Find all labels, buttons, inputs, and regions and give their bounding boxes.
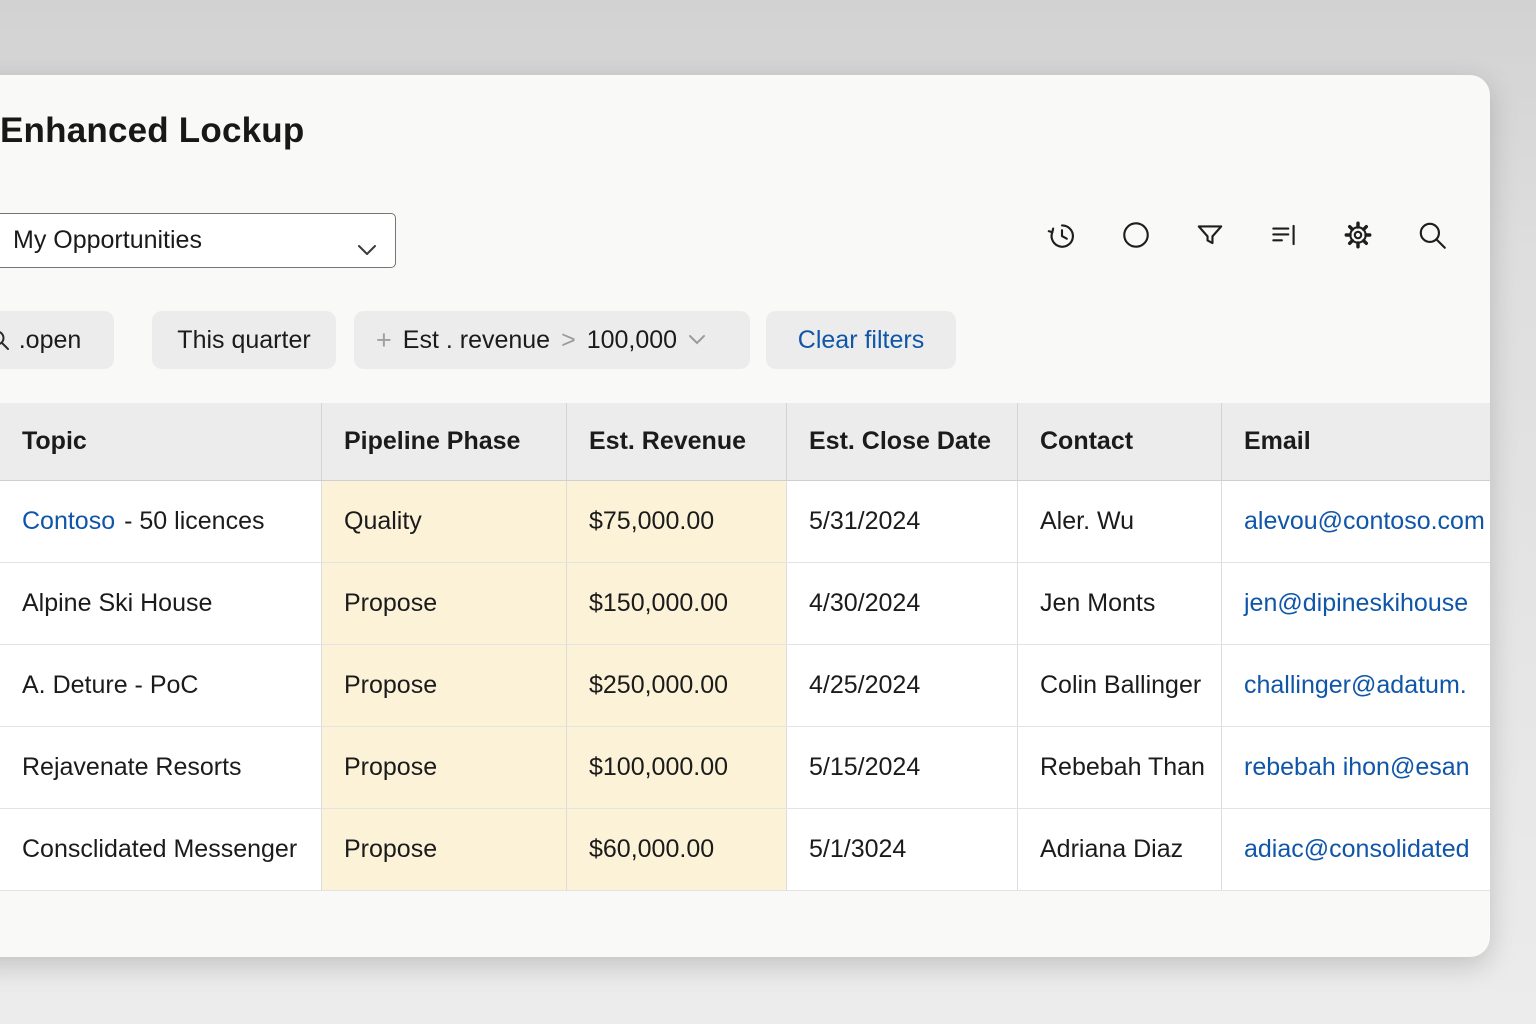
cell-contact: Aler. Wu (1018, 481, 1222, 562)
view-selector-dropdown[interactable]: My Opportunities (0, 213, 396, 268)
cell-topic: Consclidated Messenger (0, 809, 322, 890)
article-icon[interactable] (1268, 217, 1300, 253)
table-row: A. Deture - PoC Propose $250,000.00 4/25… (0, 645, 1490, 727)
view-selector-value: My Opportunities (13, 226, 202, 254)
filter-chip-open-label: .open (18, 325, 82, 354)
cell-contact: Jen Monts (1018, 563, 1222, 644)
cell-est-close-date: 4/25/2024 (787, 645, 1018, 726)
plus-icon: + (376, 324, 392, 355)
column-header-est-revenue[interactable]: Est. Revenue (567, 403, 787, 480)
cell-topic: Alpine Ski House (0, 563, 322, 644)
email-link[interactable]: adiac@consolidated (1244, 835, 1470, 864)
filter-chip-quarter-label: This quarter (177, 325, 311, 354)
cell-contact: Colin Ballinger (1018, 645, 1222, 726)
column-header-contact[interactable]: Contact (1018, 403, 1222, 480)
topic-text: Alpine Ski House (22, 589, 213, 617)
cell-est-close-date: 5/31/2024 (787, 481, 1018, 562)
cell-pipeline-phase: Propose (322, 809, 567, 890)
enhanced-lookup-panel: Enhanced Lockup My Opportunities .open T… (0, 75, 1490, 957)
cell-email: rebebah ihon@esan (1222, 727, 1490, 808)
search-icon (0, 331, 9, 350)
history-icon[interactable] (1046, 217, 1078, 253)
cell-pipeline-phase: Quality (322, 481, 567, 562)
cell-est-close-date: 5/15/2024 (787, 727, 1018, 808)
topic-link[interactable]: Contoso (22, 507, 115, 536)
cell-email: jen@dipineskihouse (1222, 563, 1490, 644)
clear-filters-label: Clear filters (797, 325, 925, 354)
filter-chip-open[interactable]: .open (0, 311, 114, 369)
filter-chip-est-revenue[interactable]: + Est . revenue > 100,000 (354, 311, 750, 369)
email-link[interactable]: jen@dipineskihouse (1244, 589, 1468, 618)
cell-contact: Rebebah Than (1018, 727, 1222, 808)
cell-contact: Adriana Diaz (1018, 809, 1222, 890)
search-icon[interactable] (1416, 217, 1448, 253)
cell-pipeline-phase: Propose (322, 727, 567, 808)
cell-est-revenue: $100,000.00 (567, 727, 787, 808)
email-link[interactable]: challinger@adatum. (1244, 671, 1467, 700)
cell-est-close-date: 4/30/2024 (787, 563, 1018, 644)
filter-icon[interactable] (1194, 217, 1226, 253)
table-row: Consclidated Messenger Propose $60,000.0… (0, 809, 1490, 891)
email-link[interactable]: rebebah ihon@esan (1244, 753, 1470, 782)
cell-topic: Contoso - 50 licences (0, 481, 322, 562)
chevron-down-icon (689, 335, 706, 345)
clear-filters-button[interactable]: Clear filters (766, 311, 956, 369)
cell-topic: A. Deture - PoC (0, 645, 322, 726)
cell-est-revenue: $60,000.00 (567, 809, 787, 890)
settings-icon[interactable] (1342, 217, 1374, 253)
filter-field: Est . revenue (402, 325, 551, 354)
email-link[interactable]: alevou@contoso.com (1244, 507, 1485, 536)
topic-text: A. Deture - PoC (22, 671, 199, 699)
cell-pipeline-phase: Propose (322, 645, 567, 726)
topic-text: Consclidated Messenger (22, 835, 298, 863)
column-header-topic[interactable]: Topic (0, 403, 322, 480)
table-row: Rejavenate Resorts Propose $100,000.00 5… (0, 727, 1490, 809)
column-header-est-close-date[interactable]: Est. Close Date (787, 403, 1018, 480)
page-title: Enhanced Lockup (0, 111, 305, 150)
cell-email: adiac@consolidated (1222, 809, 1490, 890)
column-header-email[interactable]: Email (1222, 403, 1490, 480)
cell-est-revenue: $250,000.00 (567, 645, 787, 726)
cell-email: challinger@adatum. (1222, 645, 1490, 726)
cell-email: alevou@contoso.com (1222, 481, 1490, 562)
filter-value: 100,000 (586, 325, 678, 354)
topic-text: Rejavenate Resorts (22, 753, 242, 781)
filter-operator: > (561, 325, 576, 354)
table-row: Contoso - 50 licences Quality $75,000.00… (0, 481, 1490, 563)
topic-text: - 50 licences (124, 507, 265, 535)
cell-est-close-date: 5/1/3024 (787, 809, 1018, 890)
table-header-row: Topic Pipeline Phase Est. Revenue Est. C… (0, 403, 1490, 481)
chevron-down-icon (357, 235, 377, 264)
toolbar (1046, 217, 1448, 253)
table-row: Alpine Ski House Propose $150,000.00 4/3… (0, 563, 1490, 645)
filter-chip-this-quarter[interactable]: This quarter (152, 311, 336, 369)
cell-topic: Rejavenate Resorts (0, 727, 322, 808)
progress-circle-icon[interactable] (1120, 217, 1152, 253)
cell-pipeline-phase: Propose (322, 563, 567, 644)
cell-est-revenue: $150,000.00 (567, 563, 787, 644)
opportunities-table: Topic Pipeline Phase Est. Revenue Est. C… (0, 403, 1490, 891)
cell-est-revenue: $75,000.00 (567, 481, 787, 562)
column-header-pipeline-phase[interactable]: Pipeline Phase (322, 403, 567, 480)
